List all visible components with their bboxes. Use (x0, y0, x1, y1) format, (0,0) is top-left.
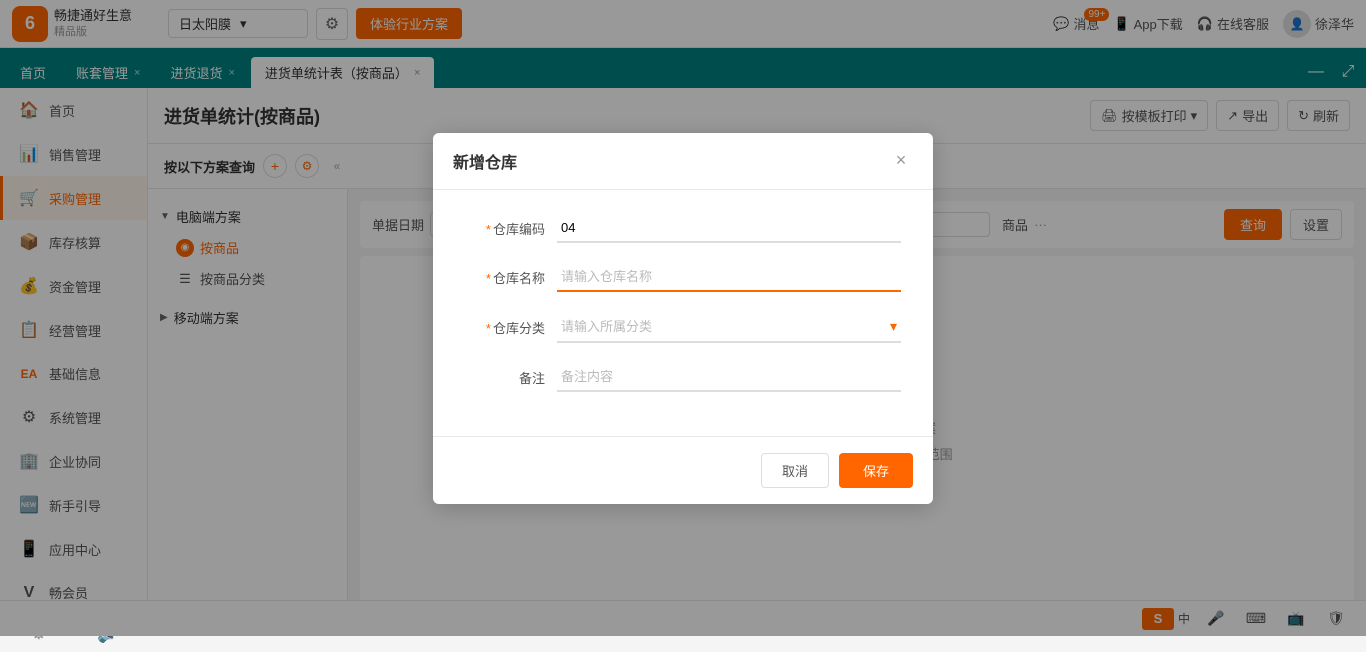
category-label: *仓库分类 (465, 318, 545, 337)
warehouse-category-selector[interactable]: ▾ (557, 312, 901, 343)
form-row-category: *仓库分类 ▾ (465, 312, 901, 343)
name-required-star: * (486, 271, 491, 286)
warehouse-category-input[interactable] (561, 319, 890, 334)
dialog-close-button[interactable]: × (889, 149, 913, 173)
save-button[interactable]: 保存 (839, 453, 913, 488)
form-row-code: *仓库编码 (465, 214, 901, 243)
category-dropdown-arrow[interactable]: ▾ (890, 318, 897, 335)
category-required-star: * (486, 321, 491, 336)
name-label: *仓库名称 (465, 268, 545, 287)
dialog-title: 新增仓库 (453, 149, 517, 173)
code-label: *仓库编码 (465, 219, 545, 238)
code-required-star: * (486, 222, 491, 237)
dialog-header: 新增仓库 × (433, 133, 933, 190)
cancel-button[interactable]: 取消 (761, 453, 829, 488)
warehouse-name-input[interactable] (557, 263, 901, 292)
add-warehouse-dialog: 新增仓库 × *仓库编码 *仓库名称 *仓库分类 (433, 133, 933, 504)
remark-input[interactable] (557, 363, 901, 392)
dialog-footer: 取消 保存 (433, 436, 933, 504)
modal-overlay: 新增仓库 × *仓库编码 *仓库名称 *仓库分类 (0, 0, 1366, 636)
remark-label: 备注 (465, 368, 545, 387)
warehouse-code-input[interactable] (557, 214, 901, 243)
form-row-remark: 备注 (465, 363, 901, 392)
form-row-name: *仓库名称 (465, 263, 901, 292)
dialog-body: *仓库编码 *仓库名称 *仓库分类 ▾ (433, 190, 933, 436)
